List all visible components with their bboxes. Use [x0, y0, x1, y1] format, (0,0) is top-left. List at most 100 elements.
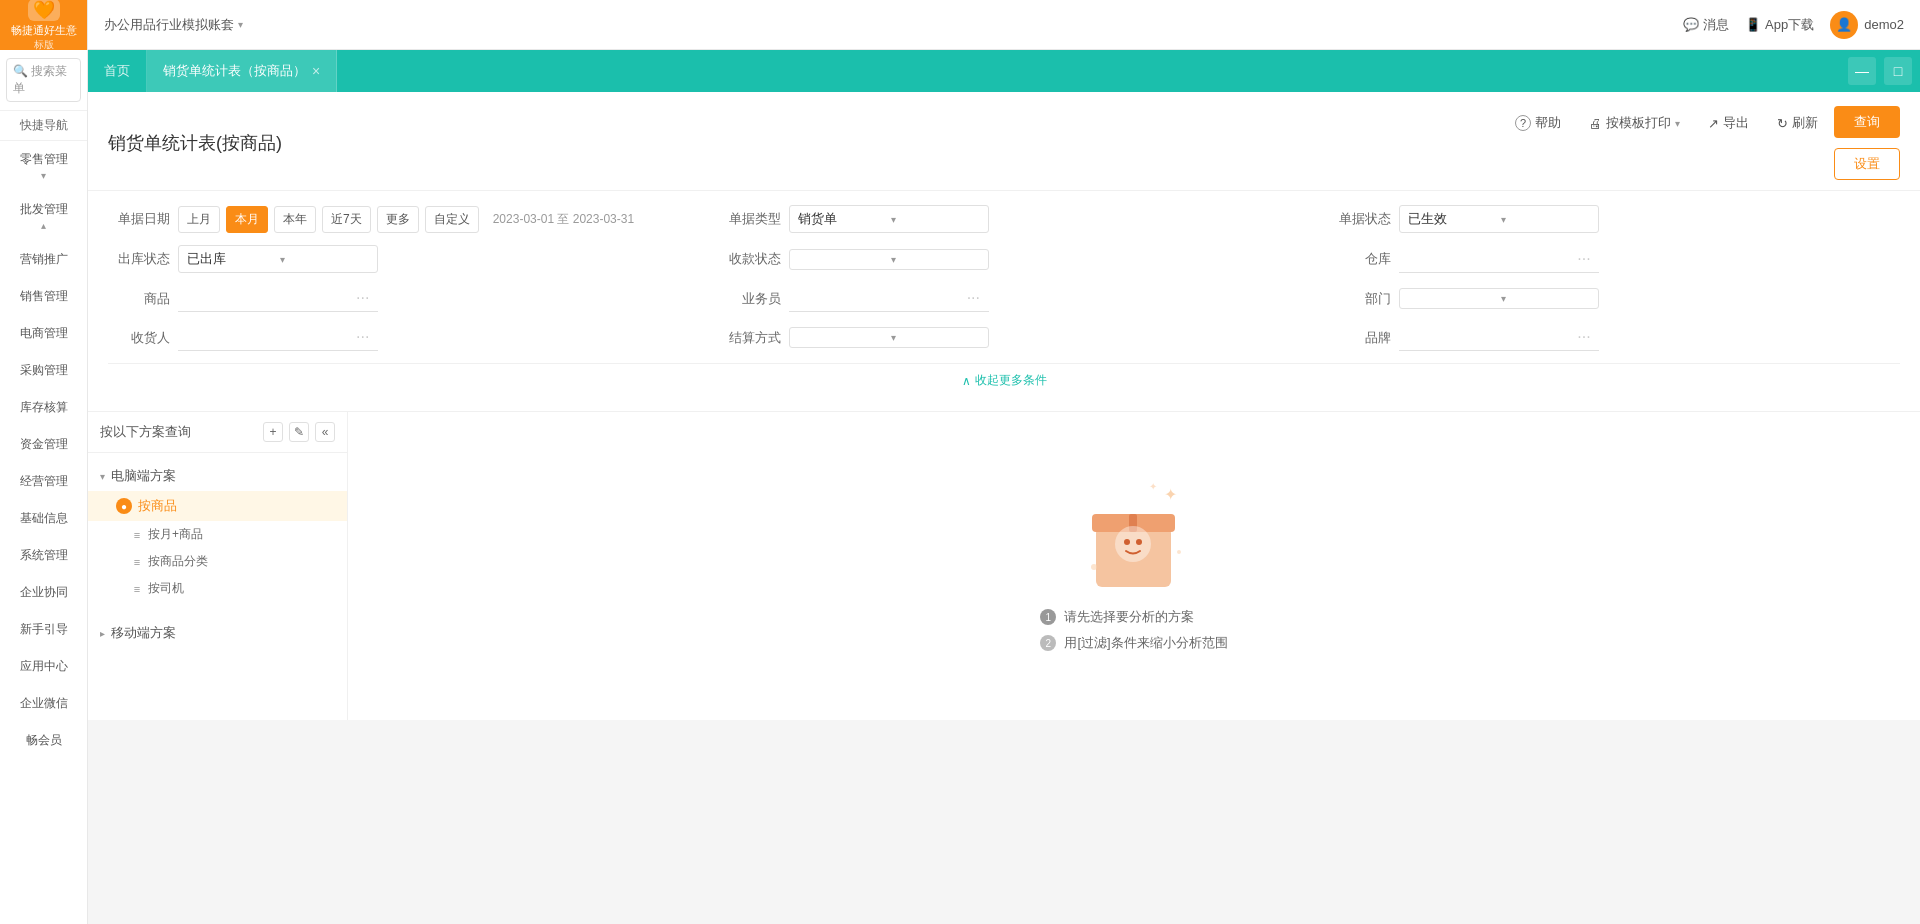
sidebar-item-retail[interactable]: 零售管理 ▾: [0, 141, 87, 191]
brand-input[interactable]: [1405, 330, 1573, 345]
sidebar-item-cooperation[interactable]: 企业协同: [0, 574, 87, 611]
scheme-sub-by-category[interactable]: ≡ 按商品分类: [88, 548, 347, 575]
collapse-icon: «: [322, 425, 329, 439]
app-download-action[interactable]: 📱 App下载: [1745, 16, 1814, 34]
staff-label: 业务员: [719, 290, 789, 308]
sidebar-item-sales[interactable]: 销售管理: [0, 278, 87, 315]
edit-icon: ✎: [294, 425, 304, 439]
scheme-item-by-goods[interactable]: ● 按商品: [88, 491, 347, 521]
search-button[interactable]: 🔍 搜索菜单: [6, 58, 81, 102]
doc-type-select[interactable]: 销货单 ▾: [789, 205, 989, 233]
date-btn-thisyear[interactable]: 本年: [274, 206, 316, 233]
scheme-sub-by-driver[interactable]: ≡ 按司机: [88, 575, 347, 602]
filter-row-3: 商品 ··· 业务员 ··· 部门: [108, 285, 1900, 312]
scheme-edit-btn[interactable]: ✎: [289, 422, 309, 442]
date-btn-custom[interactable]: 自定义: [425, 206, 479, 233]
empty-tips: 1 请先选择要分析的方案 2 用[过滤]条件来缩小分析范围: [1040, 608, 1227, 660]
search-icon: 🔍: [13, 64, 28, 78]
doc-type-value: 销货单: [798, 210, 887, 228]
date-btn-7days[interactable]: 近7天: [322, 206, 371, 233]
doc-status-select[interactable]: 已生效 ▾: [1399, 205, 1599, 233]
svg-point-5: [1124, 539, 1130, 545]
date-btn-more[interactable]: 更多: [377, 206, 419, 233]
sidebar-item-marketing[interactable]: 营销推广: [0, 241, 87, 278]
date-btn-lastmonth[interactable]: 上月: [178, 206, 220, 233]
doc-status-control: 已生效 ▾: [1399, 205, 1900, 233]
sidebar-item-wechat[interactable]: 企业微信: [0, 685, 87, 722]
app-logo[interactable]: 🧡 畅捷通好生意 标版: [0, 0, 87, 50]
tab-bar-actions: — □: [1848, 57, 1920, 85]
cooperation-label: 企业协同: [20, 584, 68, 601]
scheme-collapse-btn[interactable]: «: [315, 422, 335, 442]
template-print-btn[interactable]: 🖨 按模板打印 ▾: [1581, 110, 1688, 136]
help-btn[interactable]: ? 帮助: [1507, 110, 1569, 136]
scheme-add-btn[interactable]: +: [263, 422, 283, 442]
sidebar-item-newbie[interactable]: 新手引导: [0, 611, 87, 648]
receiver-dots[interactable]: ···: [356, 328, 369, 346]
refresh-label: 刷新: [1792, 114, 1818, 132]
collapse-filter-btn[interactable]: ∧ 收起更多条件: [108, 363, 1900, 397]
user-profile[interactable]: 👤 demo2: [1830, 11, 1904, 39]
sidebar-item-wholesale[interactable]: 批发管理 ▴: [0, 191, 87, 241]
staff-dots[interactable]: ···: [967, 289, 980, 307]
query-btn[interactable]: 查询: [1834, 106, 1900, 138]
sidebar-item-inventory[interactable]: 库存核算: [0, 389, 87, 426]
wholesale-arrow: ▴: [41, 220, 46, 231]
refresh-btn[interactable]: ↻ 刷新: [1769, 110, 1826, 136]
settings-btn[interactable]: 设置: [1834, 148, 1900, 180]
date-group: 上月 本月 本年 近7天 更多 自定义 2023-03-01 至 2023-03…: [178, 206, 634, 233]
collapse-label: 收起更多条件: [975, 372, 1047, 389]
sidebar-item-purchase[interactable]: 采购管理: [0, 352, 87, 389]
sidebar-item-member[interactable]: 畅会员: [0, 722, 87, 759]
tab-minimize-btn[interactable]: —: [1848, 57, 1876, 85]
storage-input-wrap: ···: [1399, 246, 1599, 273]
export-btn[interactable]: ↗ 导出: [1700, 110, 1757, 136]
app-icon: 📱: [1745, 17, 1761, 32]
payment-label: 收款状态: [719, 250, 789, 268]
payment-select[interactable]: ▾: [789, 249, 989, 270]
tab-sales-stat[interactable]: 销货单统计表（按商品） ×: [147, 50, 337, 92]
payment-control: ▾: [789, 249, 1290, 270]
tab-close-icon[interactable]: ×: [312, 63, 320, 79]
scheme-section-pc-header[interactable]: ▾ 电脑端方案: [88, 461, 347, 491]
warehouse-status-select[interactable]: 已出库 ▾: [178, 245, 378, 273]
goods-input[interactable]: [184, 291, 352, 306]
help-icon: ?: [1515, 115, 1531, 131]
goods-dots[interactable]: ···: [356, 289, 369, 307]
tab-home[interactable]: 首页: [88, 50, 147, 92]
sub-label-month: 按月+商品: [148, 526, 203, 543]
sidebar-item-apps[interactable]: 应用中心: [0, 648, 87, 685]
header-left: 办公用品行业模拟账套 ▾: [104, 16, 243, 34]
filter-row-1: 单据日期 上月 本月 本年 近7天 更多 自定义 2023-03-01 至 20…: [108, 205, 1900, 233]
storage-input[interactable]: [1405, 251, 1573, 266]
page-container: 销货单统计表(按商品) ? 帮助 🖨 按模板打印 ▾ ↗: [88, 92, 1920, 720]
purchase-label: 采购管理: [20, 362, 68, 379]
scheme-sub-by-month-goods[interactable]: ≡ 按月+商品: [88, 521, 347, 548]
message-action[interactable]: 💬 消息: [1683, 16, 1729, 34]
pc-section-arrow: ▾: [100, 471, 105, 482]
tab-maximize-btn[interactable]: □: [1884, 57, 1912, 85]
app-name: 畅捷通好生意: [11, 23, 77, 38]
storage-dots[interactable]: ···: [1577, 250, 1590, 268]
scheme-section-mobile: ▸ 移动端方案: [88, 610, 347, 656]
receiver-input[interactable]: [184, 330, 352, 345]
date-range-text: 2023-03-01 至 2023-03-31: [493, 211, 634, 228]
settle-select[interactable]: ▾: [789, 327, 989, 348]
sidebar-item-finance[interactable]: 资金管理: [0, 426, 87, 463]
page-title: 销货单统计表(按商品): [108, 131, 282, 155]
sub-icon-driver: ≡: [130, 582, 144, 596]
sidebar-item-system[interactable]: 系统管理: [0, 537, 87, 574]
dept-select[interactable]: ▾: [1399, 288, 1599, 309]
sub-label-category: 按商品分类: [148, 553, 208, 570]
brand-dots[interactable]: ···: [1577, 328, 1590, 346]
date-btn-thismonth[interactable]: 本月: [226, 206, 268, 233]
sidebar-item-ecommerce[interactable]: 电商管理: [0, 315, 87, 352]
staff-input[interactable]: [795, 291, 963, 306]
scheme-panel-header: 按以下方案查询 + ✎ «: [88, 412, 347, 453]
sidebar-item-operations[interactable]: 经营管理: [0, 463, 87, 500]
receiver-control: ···: [178, 324, 679, 351]
pc-section-label: 电脑端方案: [111, 467, 176, 485]
sidebar-item-basic[interactable]: 基础信息: [0, 500, 87, 537]
industry-dropdown[interactable]: 办公用品行业模拟账套 ▾: [104, 16, 243, 34]
scheme-section-mobile-header[interactable]: ▸ 移动端方案: [88, 618, 347, 648]
